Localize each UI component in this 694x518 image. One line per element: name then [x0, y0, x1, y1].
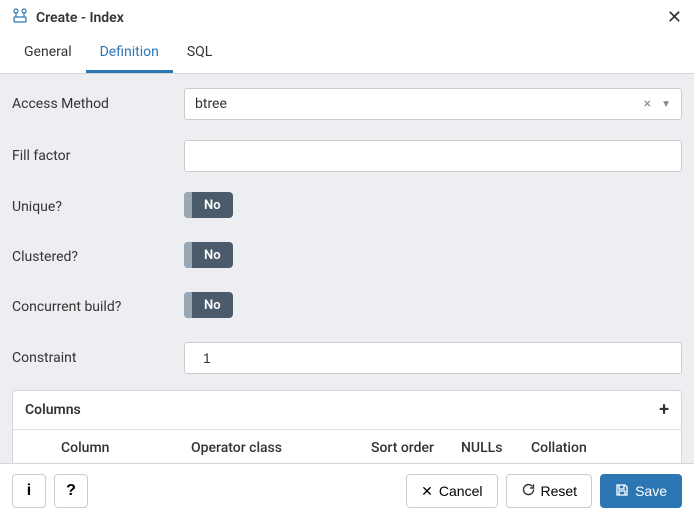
unique-label: Unique?: [12, 199, 172, 215]
concurrent-toggle[interactable]: No: [184, 292, 233, 318]
titlebar: Create - Index ✕: [0, 0, 694, 36]
info-button[interactable]: i: [12, 474, 46, 508]
clustered-label: Clustered?: [12, 249, 172, 265]
columns-title: Columns: [25, 402, 81, 418]
row-access-method: Access Method btree × ▼: [0, 78, 694, 130]
constraint-label: Constraint: [12, 350, 172, 366]
columns-header: Columns +: [13, 391, 681, 430]
refresh-icon: [521, 483, 535, 500]
fill-factor-label: Fill factor: [12, 148, 172, 164]
concurrent-toggle-label: No: [192, 298, 233, 313]
form-area: Access Method btree × ▼ Fill factor Uniq…: [0, 74, 694, 463]
header-column: Column: [55, 440, 185, 456]
clustered-toggle[interactable]: No: [184, 242, 233, 268]
reset-label: Reset: [541, 483, 578, 499]
access-method-select[interactable]: btree × ▼: [184, 88, 682, 120]
access-method-value: btree: [195, 96, 227, 112]
toggle-handle: [184, 242, 192, 268]
save-button[interactable]: Save: [600, 474, 682, 508]
clear-icon[interactable]: ×: [644, 96, 651, 112]
dialog-title: Create - Index: [36, 10, 124, 26]
footer-right: ✕ Cancel Reset Save: [406, 474, 682, 508]
concurrent-label: Concurrent build?: [12, 299, 172, 315]
footer: i ? ✕ Cancel Reset Save: [0, 463, 694, 518]
close-button[interactable]: ✕: [667, 9, 682, 27]
header-collation: Collation: [525, 440, 675, 456]
add-column-button[interactable]: +: [659, 401, 669, 419]
save-icon: [615, 483, 629, 500]
row-concurrent: Concurrent build? No: [0, 282, 694, 332]
row-unique: Unique? No: [0, 182, 694, 232]
create-index-dialog: Create - Index ✕ General Definition SQL …: [0, 0, 694, 518]
row-constraint: Constraint: [0, 332, 694, 384]
header-operator-class: Operator class: [185, 440, 365, 456]
unique-toggle-label: No: [192, 198, 233, 213]
clustered-toggle-label: No: [192, 248, 233, 263]
chevron-down-icon: ▼: [661, 99, 671, 110]
tab-definition[interactable]: Definition: [86, 36, 173, 73]
help-button[interactable]: ?: [54, 474, 88, 508]
footer-left: i ?: [12, 474, 88, 508]
help-icon: ?: [66, 482, 76, 500]
row-clustered: Clustered? No: [0, 232, 694, 282]
row-fill-factor: Fill factor: [0, 130, 694, 182]
header-nulls: NULLs: [455, 440, 525, 456]
cancel-button[interactable]: ✕ Cancel: [406, 474, 497, 508]
info-icon: i: [27, 482, 31, 500]
unique-toggle[interactable]: No: [184, 192, 233, 218]
cancel-label: Cancel: [439, 483, 483, 499]
reset-button[interactable]: Reset: [506, 474, 593, 508]
columns-panel: Columns + Column Operator class Sort ord…: [12, 390, 682, 463]
toggle-handle: [184, 192, 192, 218]
tab-general[interactable]: General: [10, 36, 86, 73]
close-icon: ✕: [421, 483, 433, 500]
save-label: Save: [635, 483, 667, 499]
titlebar-left: Create - Index: [12, 8, 124, 28]
columns-grid-header: Column Operator class Sort order NULLs C…: [13, 430, 681, 463]
index-icon: [12, 8, 28, 28]
toggle-handle: [184, 292, 192, 318]
constraint-input[interactable]: [184, 342, 682, 374]
fill-factor-input[interactable]: [184, 140, 682, 172]
access-method-label: Access Method: [12, 96, 172, 112]
tab-sql[interactable]: SQL: [173, 36, 226, 73]
header-sort-order: Sort order: [365, 440, 455, 456]
tabs: General Definition SQL: [0, 36, 694, 74]
